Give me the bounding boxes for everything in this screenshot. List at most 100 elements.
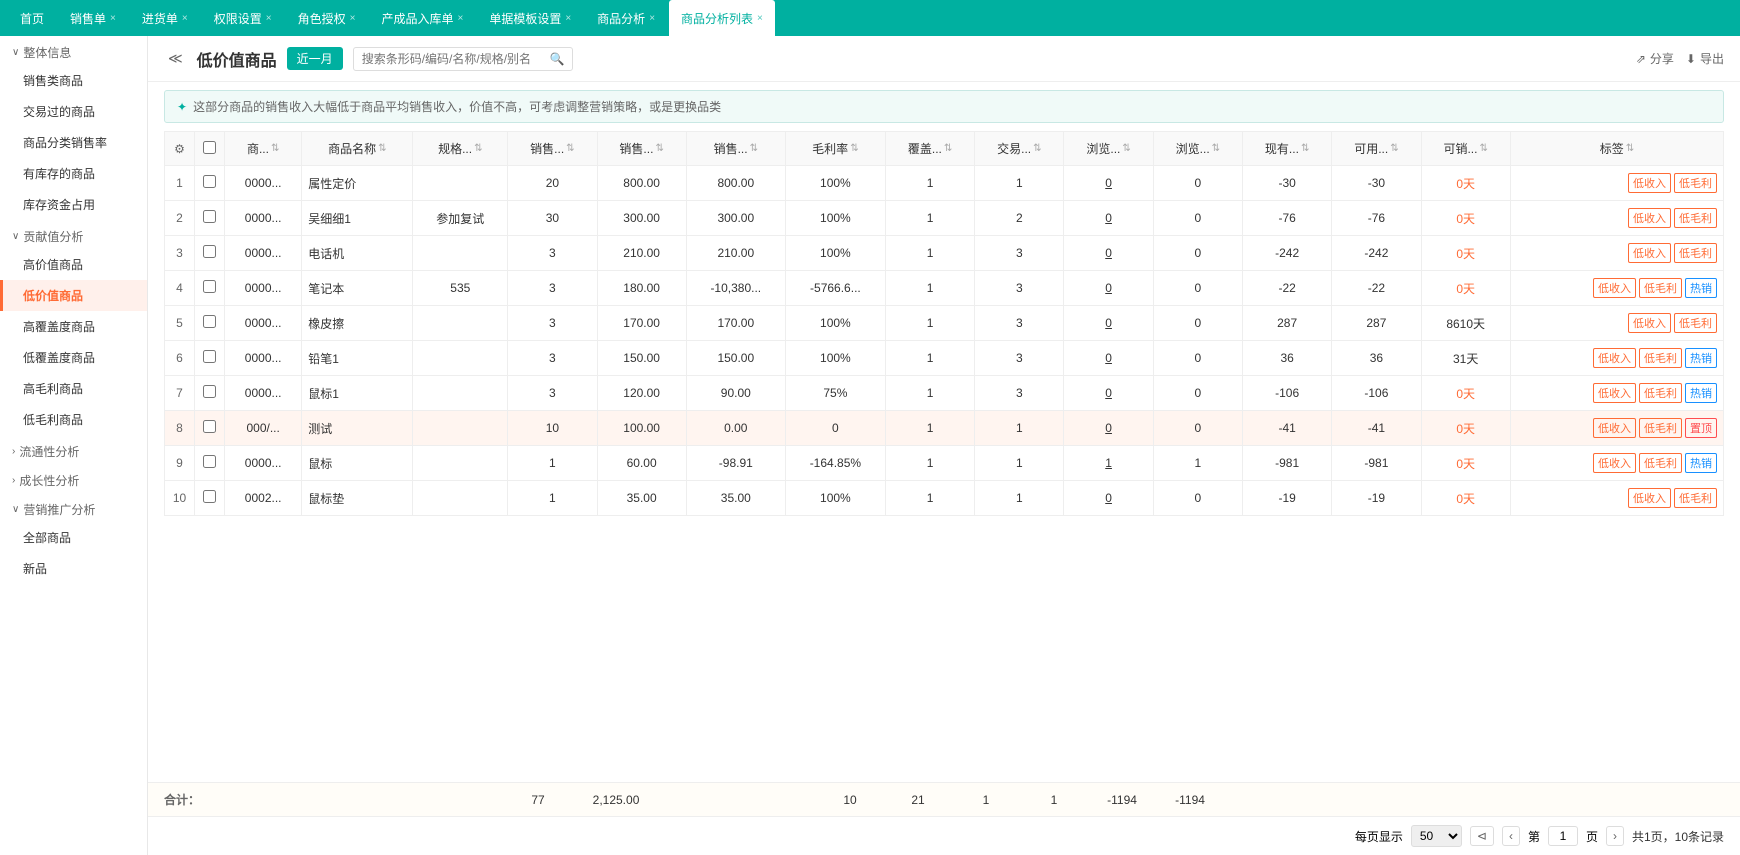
browse1-link[interactable]: 0 [1105, 281, 1112, 295]
close-icon[interactable]: × [266, 13, 272, 24]
sort-icon[interactable]: ⇅ [1390, 143, 1398, 154]
col-sales-amt[interactable]: 销售...⇅ [597, 132, 686, 166]
sort-icon[interactable]: ⇅ [378, 143, 386, 154]
col-name[interactable]: 商品名称⇅ [302, 132, 413, 166]
nav-template[interactable]: 单据模板设置 × [477, 0, 583, 36]
browse1-link[interactable]: 1 [1105, 456, 1112, 470]
col-gear[interactable]: ⚙ [165, 132, 195, 166]
browse1-link[interactable]: 0 [1105, 386, 1112, 400]
row-checkbox[interactable] [203, 280, 216, 293]
row-checkbox-cell[interactable] [195, 201, 225, 236]
sort-icon[interactable]: ⇅ [944, 143, 952, 154]
col-check[interactable] [195, 132, 225, 166]
close-icon[interactable]: × [110, 13, 116, 24]
sort-icon[interactable]: ⇅ [1033, 143, 1041, 154]
sort-icon[interactable]: ⇅ [474, 143, 482, 154]
browse1-link[interactable]: 0 [1105, 176, 1112, 190]
sort-icon[interactable]: ⇅ [1626, 143, 1634, 154]
sort-icon[interactable]: ⇅ [271, 143, 279, 154]
col-spec[interactable]: 规格...⇅ [413, 132, 508, 166]
row-browse1[interactable]: 0 [1064, 271, 1153, 306]
nav-home[interactable]: 首页 [8, 0, 56, 36]
sort-icon[interactable]: ⇅ [750, 143, 758, 154]
search-input[interactable] [353, 47, 573, 71]
row-browse1[interactable]: 0 [1064, 411, 1153, 446]
row-checkbox[interactable] [203, 455, 216, 468]
sort-icon[interactable]: ⇅ [850, 143, 858, 154]
nav-analysis-list[interactable]: 商品分析列表 × [669, 0, 775, 36]
sidebar-item-new-goods[interactable]: 新品 [0, 553, 147, 584]
row-browse1[interactable]: 0 [1064, 201, 1153, 236]
sidebar-item-category-rate[interactable]: 商品分类销售率 [0, 127, 147, 158]
row-checkbox-cell[interactable] [195, 166, 225, 201]
row-checkbox-cell[interactable] [195, 341, 225, 376]
close-icon[interactable]: × [649, 13, 655, 24]
nav-inventory[interactable]: 产成品入库单 × [369, 0, 475, 36]
prev-page-button[interactable]: ‹ [1502, 826, 1520, 846]
browse1-link[interactable]: 0 [1105, 211, 1112, 225]
export-button[interactable]: ⬇ 导出 [1686, 50, 1724, 67]
browse1-link[interactable]: 0 [1105, 246, 1112, 260]
col-browse1[interactable]: 浏览...⇅ [1064, 132, 1153, 166]
search-icon[interactable]: 🔍 [550, 52, 565, 66]
row-checkbox-cell[interactable] [195, 271, 225, 306]
browse1-link[interactable]: 0 [1105, 421, 1112, 435]
col-coverage[interactable]: 覆盖...⇅ [885, 132, 974, 166]
nav-sales[interactable]: 销售单 × [58, 0, 128, 36]
sidebar-item-low-coverage[interactable]: 低覆盖度商品 [0, 342, 147, 373]
sidebar-collapse-button[interactable]: ≪ [164, 46, 187, 71]
row-checkbox[interactable] [203, 350, 216, 363]
nav-purchase[interactable]: 进货单 × [130, 0, 200, 36]
col-code[interactable]: 商...⇅ [225, 132, 302, 166]
sidebar-item-sales-goods[interactable]: 销售类商品 [0, 65, 147, 96]
sidebar-group-circulation[interactable]: › 流通性分析 [0, 435, 147, 464]
first-page-button[interactable]: ⊲ [1470, 826, 1494, 846]
browse1-link[interactable]: 0 [1105, 316, 1112, 330]
row-checkbox[interactable] [203, 315, 216, 328]
sort-icon[interactable]: ⇅ [566, 143, 574, 154]
row-checkbox[interactable] [203, 490, 216, 503]
row-browse1[interactable]: 0 [1064, 341, 1153, 376]
nav-analysis[interactable]: 商品分析 × [585, 0, 667, 36]
settings-icon[interactable]: ⚙ [174, 142, 185, 156]
sidebar-group-marketing[interactable]: ∨ 营销推广分析 [0, 493, 147, 522]
page-number-input[interactable] [1548, 826, 1578, 846]
row-checkbox-cell[interactable] [195, 376, 225, 411]
col-stock-avail[interactable]: 可用...⇅ [1332, 132, 1421, 166]
browse1-link[interactable]: 0 [1105, 351, 1112, 365]
sidebar-item-high-coverage[interactable]: 高覆盖度商品 [0, 311, 147, 342]
col-browse2[interactable]: 浏览...⇅ [1153, 132, 1242, 166]
row-browse1[interactable]: 0 [1064, 481, 1153, 516]
close-icon[interactable]: × [757, 13, 763, 24]
col-stock-sell[interactable]: 可销...⇅ [1421, 132, 1510, 166]
row-checkbox[interactable] [203, 245, 216, 258]
close-icon[interactable]: × [565, 13, 571, 24]
row-checkbox-cell[interactable] [195, 236, 225, 271]
col-sales-qty[interactable]: 销售...⇅ [508, 132, 597, 166]
sort-icon[interactable]: ⇅ [1212, 143, 1220, 154]
row-checkbox[interactable] [203, 420, 216, 433]
row-checkbox[interactable] [203, 385, 216, 398]
sidebar-item-all-goods[interactable]: 全部商品 [0, 522, 147, 553]
sidebar-item-stock-capital[interactable]: 库存资金占用 [0, 189, 147, 220]
sidebar-item-low-profit[interactable]: 低毛利商品 [0, 404, 147, 435]
sidebar-group-growth[interactable]: › 成长性分析 [0, 464, 147, 493]
sidebar-group-overall[interactable]: ∨ 整体信息 [0, 36, 147, 65]
sort-icon[interactable]: ⇅ [1122, 143, 1130, 154]
row-checkbox[interactable] [203, 175, 216, 188]
share-button[interactable]: ⇗ 分享 [1636, 50, 1674, 67]
sidebar-item-high-value[interactable]: 高价值商品 [0, 249, 147, 280]
row-checkbox-cell[interactable] [195, 481, 225, 516]
page-size-select[interactable]: 50 100 200 [1411, 825, 1462, 847]
nav-role[interactable]: 角色授权 × [286, 0, 368, 36]
select-all-checkbox[interactable] [203, 141, 216, 154]
sidebar-item-low-value[interactable]: 低价值商品 [0, 280, 147, 311]
sort-icon[interactable]: ⇅ [1301, 143, 1309, 154]
row-browse1[interactable]: 0 [1064, 376, 1153, 411]
browse1-link[interactable]: 0 [1105, 491, 1112, 505]
row-checkbox-cell[interactable] [195, 306, 225, 341]
time-filter-button[interactable]: 近一月 [287, 47, 343, 70]
row-browse1[interactable]: 1 [1064, 446, 1153, 481]
row-browse1[interactable]: 0 [1064, 306, 1153, 341]
next-page-button[interactable]: › [1606, 826, 1624, 846]
